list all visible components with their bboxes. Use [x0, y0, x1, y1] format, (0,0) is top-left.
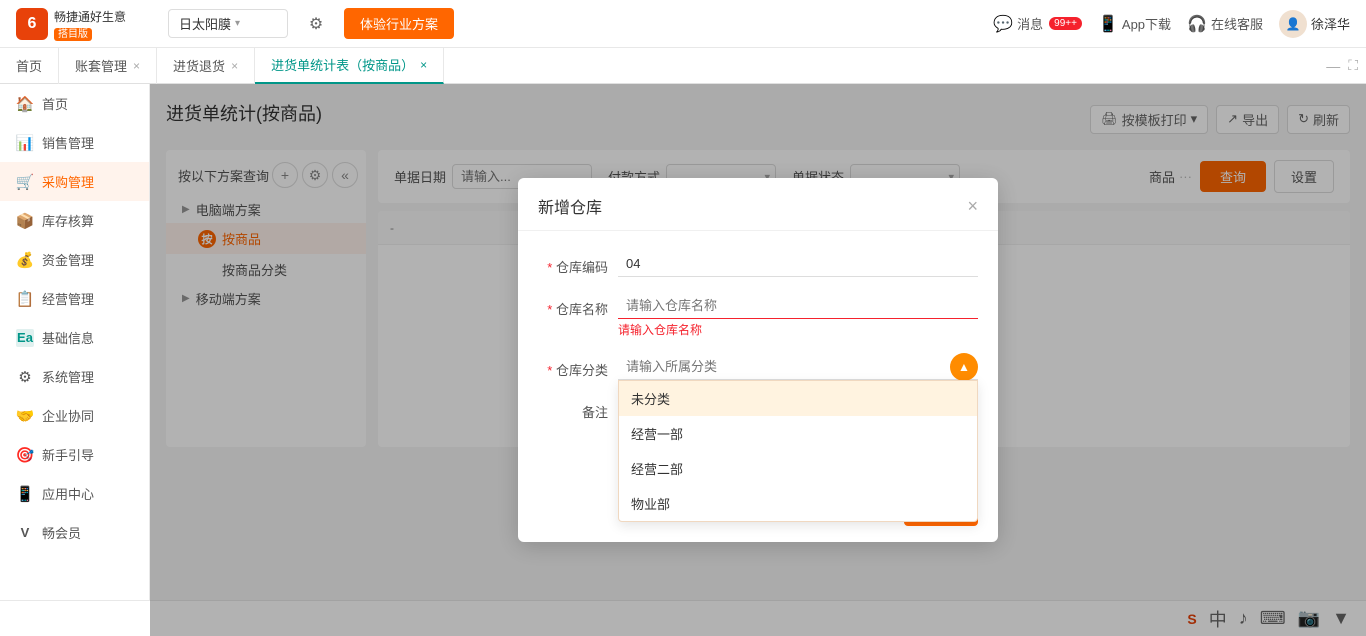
dropdown-option-uncategorized[interactable]: 未分类	[619, 381, 977, 416]
modal-new-warehouse: 新增仓库 × * 仓库编码	[518, 178, 998, 542]
operations-icon: 📋	[16, 290, 34, 308]
home-icon: 🏠	[16, 95, 34, 113]
header-right-area: 💬 消息 99++ 📱 App下载 🎧 在线客服 👤 徐泽华	[993, 10, 1350, 38]
sidebar-item-system[interactable]: ⚙ 系统管理	[0, 357, 149, 396]
messages-label: 消息	[1017, 14, 1043, 33]
sidebar-item-home[interactable]: 🏠 首页	[0, 84, 149, 123]
finance-icon: 💰	[16, 251, 34, 269]
modal-title: 新增仓库	[538, 194, 602, 218]
online-service-label: 在线客服	[1211, 14, 1263, 33]
sidebar-item-purchase[interactable]: 🛒 采购管理	[0, 162, 149, 201]
app-badge: 搭目版	[54, 28, 92, 41]
warehouse-category-input-wrap: ▲ 未分类 经营一部 经营二部 物业部	[618, 354, 978, 380]
sidebar-item-finance[interactable]: 💰 资金管理	[0, 240, 149, 279]
messages-badge: 99++	[1049, 17, 1082, 30]
app-logo-icon: 6	[16, 8, 48, 40]
tab-home[interactable]: 首页	[0, 48, 59, 84]
tab-close-icon[interactable]: ×	[231, 59, 238, 73]
warehouse-category-label: * 仓库分类	[538, 354, 618, 379]
logo-area: 6 畅捷通好生意 搭目版	[16, 8, 156, 40]
app-center-icon: 📱	[16, 485, 34, 503]
tab-close-icon[interactable]: ×	[420, 58, 427, 72]
warehouse-category-row: * 仓库分类 ▲ 未分类 经营一部 经营二部 物业部	[538, 354, 978, 380]
warehouse-name-input[interactable]	[618, 293, 978, 319]
message-icon: 💬	[993, 14, 1013, 34]
notes-label: 备注	[538, 396, 618, 421]
modal-close-icon[interactable]: ×	[967, 196, 978, 217]
selector-arrow-icon: ▾	[235, 18, 240, 29]
warehouse-name-row: * 仓库名称 请输入仓库名称	[538, 293, 978, 338]
online-service-item[interactable]: 🎧 在线客服	[1187, 14, 1263, 34]
company-selector[interactable]: 日太阳膜 ▾	[168, 9, 288, 38]
sidebar-item-guide[interactable]: 🎯 新手引导	[0, 435, 149, 474]
modal-header: 新增仓库 ×	[518, 178, 998, 231]
basic-info-icon: Ea	[16, 329, 34, 347]
phone-icon: 📱	[1098, 14, 1118, 34]
guide-icon: 🎯	[16, 446, 34, 464]
tab-close-icon[interactable]: ×	[133, 59, 140, 73]
enterprise-icon: 🤝	[16, 407, 34, 425]
sidebar-item-basic-info[interactable]: Ea 基础信息	[0, 318, 149, 357]
main-layout: 🏠 首页 📊 销售管理 🛒 采购管理 📦 库存核算 💰 资金管理 📋 经营管理 …	[0, 84, 1366, 636]
tab-purchase-stats[interactable]: 进货单统计表（按商品） ×	[255, 48, 444, 84]
warehouse-code-row: * 仓库编码	[538, 251, 978, 277]
dropdown-option-ops1[interactable]: 经营一部	[619, 416, 977, 451]
warehouse-code-input[interactable]	[618, 251, 978, 277]
warehouse-code-label: * 仓库编码	[538, 251, 618, 276]
warehouse-name-label: * 仓库名称	[538, 293, 618, 318]
top-header: 6 畅捷通好生意 搭目版 日太阳膜 ▾ ⚙ 体验行业方案 💬 消息 99++ 📱…	[0, 0, 1366, 48]
user-avatar-area[interactable]: 👤 徐泽华	[1279, 10, 1350, 38]
app-download-item[interactable]: 📱 App下载	[1098, 14, 1171, 34]
dropdown-toggle-button[interactable]: ▲	[950, 353, 978, 381]
sidebar-item-app-center[interactable]: 📱 应用中心	[0, 474, 149, 513]
warehouse-category-input[interactable]	[618, 354, 978, 380]
sidebar-item-enterprise[interactable]: 🤝 企业协同	[0, 396, 149, 435]
avatar: 👤	[1279, 10, 1307, 38]
tab-expand-icon[interactable]: ⛶	[1348, 57, 1358, 74]
company-name: 日太阳膜	[179, 14, 231, 33]
sidebar-item-inventory[interactable]: 📦 库存核算	[0, 201, 149, 240]
modal-overlay: 新增仓库 × * 仓库编码	[150, 84, 1366, 636]
dropdown-option-property[interactable]: 物业部	[619, 486, 977, 521]
try-industry-button[interactable]: 体验行业方案	[344, 8, 454, 39]
headset-icon: 🎧	[1187, 14, 1207, 34]
tab-minimize-icon[interactable]: —	[1326, 58, 1340, 74]
tab-account-management[interactable]: 账套管理 ×	[59, 48, 157, 84]
member-icon: V	[16, 524, 34, 542]
warehouse-code-input-wrap	[618, 251, 978, 277]
warehouse-name-error: 请输入仓库名称	[618, 321, 978, 338]
warehouse-name-input-wrap: 请输入仓库名称	[618, 293, 978, 338]
sidebar: 🏠 首页 📊 销售管理 🛒 采购管理 📦 库存核算 💰 资金管理 📋 经营管理 …	[0, 84, 150, 636]
inventory-icon: 📦	[16, 212, 34, 230]
sales-icon: 📊	[16, 134, 34, 152]
content-area: 进货单统计(按商品) 🖨 按模板打印 ▾ ↗ 导出 ↻ 刷新	[150, 84, 1366, 636]
system-icon: ⚙	[16, 368, 34, 386]
tab-bar: 首页 账套管理 × 进货退货 × 进货单统计表（按商品） × — ⛶	[0, 48, 1366, 84]
modal-body: * 仓库编码 * 仓库名称	[518, 231, 998, 481]
purchase-icon: 🛒	[16, 173, 34, 191]
app-download-label: App下载	[1122, 14, 1171, 33]
app-name: 畅捷通好生意	[54, 8, 126, 25]
messages-item[interactable]: 💬 消息 99++	[993, 14, 1082, 34]
category-dropdown-list: 未分类 经营一部 经营二部 物业部	[618, 380, 978, 522]
tab-bar-actions: — ⛶	[1326, 57, 1366, 74]
settings-icon[interactable]: ⚙	[300, 8, 332, 40]
tab-purchase-return[interactable]: 进货退货 ×	[157, 48, 255, 84]
dropdown-option-ops2[interactable]: 经营二部	[619, 451, 977, 486]
sidebar-item-sales[interactable]: 📊 销售管理	[0, 123, 149, 162]
username-label: 徐泽华	[1311, 14, 1350, 33]
sidebar-item-operations[interactable]: 📋 经营管理	[0, 279, 149, 318]
sidebar-item-member[interactable]: V 畅会员	[0, 513, 149, 552]
